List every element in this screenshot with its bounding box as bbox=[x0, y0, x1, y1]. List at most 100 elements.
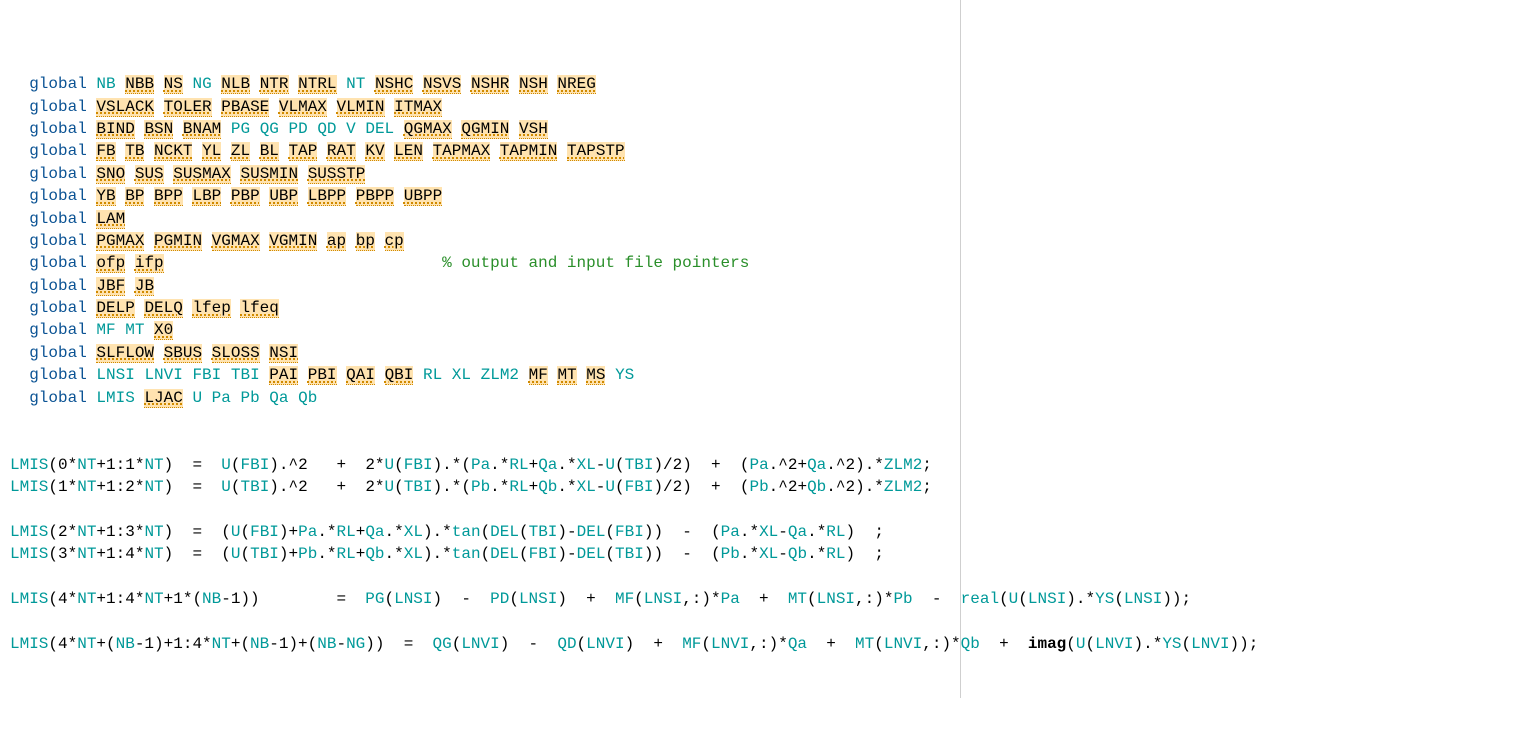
code-line bbox=[10, 409, 1521, 431]
identifier-u: U bbox=[221, 478, 231, 496]
identifier-cp: cp bbox=[385, 232, 404, 251]
identifier-tbi: TBI bbox=[231, 366, 260, 384]
identifier-fbi: FBI bbox=[240, 456, 269, 474]
identifier-lfep: lfep bbox=[192, 299, 230, 318]
identifier-qa: Qa bbox=[365, 523, 384, 541]
identifier-ntr: NTR bbox=[260, 75, 289, 94]
identifier-pa: Pa bbox=[298, 523, 317, 541]
identifier-u: U bbox=[605, 456, 615, 474]
identifier-kv: KV bbox=[365, 142, 384, 161]
identifier-xl: XL bbox=[577, 456, 596, 474]
identifier-qb: Qb bbox=[538, 478, 557, 496]
identifier-nb: NB bbox=[96, 75, 115, 93]
identifier-vsh: VSH bbox=[519, 120, 548, 139]
identifier-vlmax: VLMAX bbox=[279, 98, 327, 117]
identifier-zlm2: ZLM2 bbox=[884, 456, 922, 474]
identifier-pb: Pb bbox=[240, 389, 259, 407]
identifier-nshc: NSHC bbox=[375, 75, 413, 94]
keyword-global: global bbox=[29, 321, 87, 339]
identifier-pb: Pb bbox=[749, 478, 768, 496]
identifier-lnsi: LNSI bbox=[519, 590, 557, 608]
identifier-nbb: NBB bbox=[125, 75, 154, 94]
identifier-nt: NT bbox=[346, 75, 365, 93]
identifier-bsn: BSN bbox=[144, 120, 173, 139]
code-line: global PGMAX PGMIN VGMAX VGMIN ap bp cp bbox=[10, 230, 1521, 252]
identifier-vgmin: VGMIN bbox=[269, 232, 317, 251]
comment: % output and input file pointers bbox=[442, 254, 749, 272]
identifier-qg: QG bbox=[433, 635, 452, 653]
identifier-pgmax: PGMAX bbox=[96, 232, 144, 251]
identifier-nt: NT bbox=[77, 523, 96, 541]
identifier-jb: JB bbox=[135, 277, 154, 296]
identifier-lnvi: LNVI bbox=[461, 635, 499, 653]
code-line: global MF MT X0 bbox=[10, 319, 1521, 341]
identifier-lnsi: LNSI bbox=[1028, 590, 1066, 608]
identifier-ifp: ifp bbox=[135, 254, 164, 273]
identifier-lmis: LMIS bbox=[10, 590, 48, 608]
identifier-pbp: PBP bbox=[231, 187, 260, 206]
identifier-bind: BIND bbox=[96, 120, 134, 139]
identifier-qb: Qb bbox=[788, 545, 807, 563]
identifier-mt: MT bbox=[788, 590, 807, 608]
code-editor[interactable]: global NB NBB NS NG NLB NTR NTRL NT NSHC… bbox=[0, 0, 1531, 698]
identifier-tbi: TBI bbox=[240, 478, 269, 496]
identifier-tbi: TBI bbox=[250, 545, 279, 563]
code-line: global BIND BSN BNAM PG QG PD QD V DEL Q… bbox=[10, 118, 1521, 140]
identifier-bl: BL bbox=[260, 142, 279, 161]
identifier-qa: Qa bbox=[788, 523, 807, 541]
identifier-del: DEL bbox=[490, 523, 519, 541]
identifier-tbi: TBI bbox=[625, 456, 654, 474]
keyword-global: global bbox=[29, 165, 87, 183]
identifier-zlm2: ZLM2 bbox=[884, 478, 922, 496]
identifier-nsh: NSH bbox=[519, 75, 548, 94]
identifier-ms: MS bbox=[586, 366, 605, 385]
code-line: global LMIS LJAC U Pa Pb Qa Qb bbox=[10, 387, 1521, 409]
identifier-u: U bbox=[385, 478, 395, 496]
identifier-rl: RL bbox=[423, 366, 442, 384]
identifier-u: U bbox=[1009, 590, 1019, 608]
identifier-delp: DELP bbox=[96, 299, 134, 318]
code-line: global LNSI LNVI FBI TBI PAI PBI QAI QBI… bbox=[10, 364, 1521, 386]
identifier-xl: XL bbox=[404, 545, 423, 563]
identifier-u: U bbox=[1076, 635, 1086, 653]
identifier-bp: BP bbox=[125, 187, 144, 206]
identifier-fb: FB bbox=[96, 142, 115, 161]
identifier-nsvs: NSVS bbox=[423, 75, 461, 94]
identifier-mf: MF bbox=[529, 366, 548, 385]
identifier-del: DEL bbox=[577, 545, 606, 563]
identifier-delq: DELQ bbox=[144, 299, 182, 318]
identifier-nb: NB bbox=[202, 590, 221, 608]
identifier-fbi: FBI bbox=[250, 523, 279, 541]
identifier-bpp: BPP bbox=[154, 187, 183, 206]
identifier-ntrl: NTRL bbox=[298, 75, 336, 94]
identifier-sloss: SLOSS bbox=[212, 344, 260, 363]
identifier-yl: YL bbox=[202, 142, 221, 161]
identifier-lmis: LMIS bbox=[96, 389, 134, 407]
identifier-ljac: LJAC bbox=[144, 389, 182, 408]
identifier-susstp: SUSSTP bbox=[308, 165, 366, 184]
identifier-lnvi: LNVI bbox=[711, 635, 749, 653]
identifier-nlb: NLB bbox=[221, 75, 250, 94]
identifier-qb: Qb bbox=[961, 635, 980, 653]
identifier-nt: NT bbox=[77, 590, 96, 608]
identifier-tbi: TBI bbox=[529, 523, 558, 541]
identifier-pd: PD bbox=[289, 120, 308, 138]
identifier-bp: bp bbox=[356, 232, 375, 251]
identifier-u: U bbox=[385, 456, 395, 474]
identifier-bnam: BNAM bbox=[183, 120, 221, 139]
identifier-sno: SNO bbox=[96, 165, 125, 184]
code-line bbox=[10, 431, 1521, 453]
identifier-rl: RL bbox=[826, 523, 845, 541]
identifier-zl: ZL bbox=[231, 142, 250, 161]
identifier-tapmin: TAPMIN bbox=[500, 142, 558, 161]
identifier-qa: Qa bbox=[788, 635, 807, 653]
identifier-ys: YS bbox=[1162, 635, 1181, 653]
identifier-qb: Qb bbox=[807, 478, 826, 496]
identifier-toler: TOLER bbox=[164, 98, 212, 117]
identifier-tbi: TBI bbox=[615, 545, 644, 563]
identifier-pa: Pa bbox=[721, 590, 740, 608]
identifier-rl: RL bbox=[826, 545, 845, 563]
identifier-ubp: UBP bbox=[269, 187, 298, 206]
identifier-nreg: NREG bbox=[557, 75, 595, 94]
identifier-qai: QAI bbox=[346, 366, 375, 385]
